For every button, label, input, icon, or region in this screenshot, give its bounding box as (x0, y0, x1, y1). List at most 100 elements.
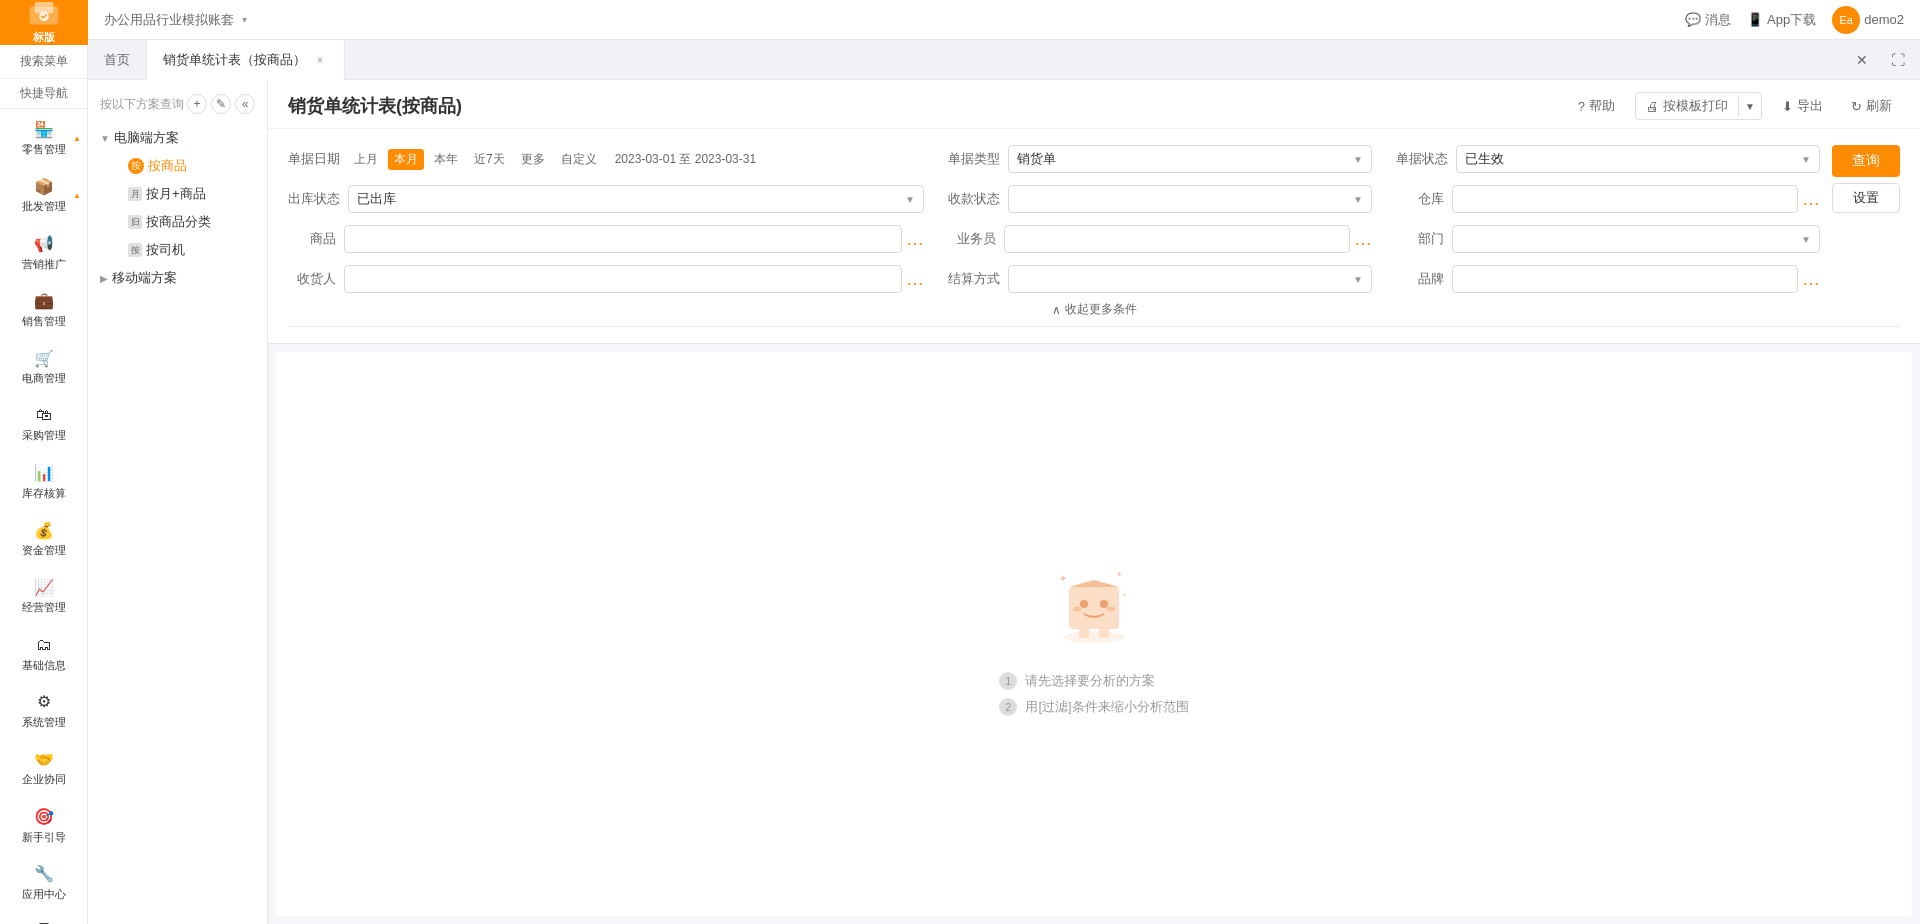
svg-point-5 (1080, 600, 1088, 608)
payment-status-control: ▼ (1008, 185, 1372, 213)
sidebar-item-cooperation[interactable]: 🤝 企业协同 (0, 739, 87, 796)
tab-home[interactable]: 首页 (88, 40, 147, 80)
settlement-select[interactable]: ▼ (1008, 265, 1372, 293)
warehouse-field: 仓库 … (1396, 185, 1820, 213)
sidebar-item-operation[interactable]: 📈 经营管理 (0, 567, 87, 624)
doc-type-select[interactable]: 销货单 ▼ (1008, 145, 1372, 173)
sidebar-item-inventory[interactable]: 📊 库存核算 (0, 453, 87, 510)
settings-btn[interactable]: 设置 (1832, 183, 1900, 213)
sidebar-search[interactable]: 搜索菜单 (0, 45, 87, 79)
sidebar-item-apps[interactable]: 🔧 应用中心 (0, 854, 87, 911)
sidebar-item-purchase[interactable]: 🛍 采购管理 (0, 395, 87, 452)
sidebar-item-marketing[interactable]: 📢 营销推广 (0, 224, 87, 281)
query-btn[interactable]: 查询 (1832, 145, 1900, 177)
svg-text:✦: ✦ (1116, 570, 1123, 579)
print-btn[interactable]: 🖨 按模板打印 ▼ (1635, 92, 1762, 120)
sidebar-inventory-label: 库存核算 (22, 486, 66, 500)
out-status-arrow: ▼ (905, 194, 915, 205)
date-field: 单据日期 上月 本月 本年 近7天 更多 自定义 (288, 149, 924, 170)
export-btn[interactable]: ⬇ 导出 (1774, 93, 1831, 119)
filter-tree-mobile-scheme[interactable]: ▶ 移动端方案 (88, 264, 267, 292)
sidebar-item-guide[interactable]: 🎯 新手引导 (0, 797, 87, 854)
basic-icon: 🗂 (34, 635, 54, 655)
svg-point-3 (1064, 631, 1124, 643)
sidebar-item-basic[interactable]: 🗂 基础信息 (0, 625, 87, 682)
out-status-control: 已出库 ▼ (348, 185, 924, 213)
collapse-icon: ∧ (1052, 303, 1061, 317)
print-btn-main[interactable]: 🖨 按模板打印 (1636, 93, 1738, 119)
user-action[interactable]: Ea demo2 (1832, 6, 1904, 34)
shortcut-custom[interactable]: 自定义 (555, 149, 603, 170)
consignee-more[interactable]: … (906, 269, 924, 290)
empty-illustration: ✦ ✦ ✦ (1044, 552, 1144, 652)
cooperation-icon: 🤝 (34, 749, 54, 769)
tab-close-icon[interactable]: ✕ (1848, 46, 1876, 74)
sidebar-quick-nav[interactable]: 快捷导航 (0, 79, 87, 109)
shortcut-7days[interactable]: 近7天 (468, 149, 511, 170)
date-range: 2023-03-01 至 2023-03-31 (615, 151, 756, 168)
download-icon: 📱 (1747, 12, 1763, 27)
warehouse-select[interactable] (1452, 185, 1798, 213)
empty-tip-1: 1 请先选择要分析的方案 (999, 672, 1188, 690)
filter-edit-btn[interactable]: ✎ (211, 94, 231, 114)
consignee-select[interactable] (344, 265, 902, 293)
month-goods-label: 按月+商品 (146, 185, 206, 203)
print-btn-arrow[interactable]: ▼ (1738, 97, 1761, 116)
warehouse-more[interactable]: … (1802, 189, 1820, 210)
refresh-btn[interactable]: ↻ 刷新 (1843, 93, 1900, 119)
salesperson-more[interactable]: … (1354, 229, 1372, 250)
export-icon: ⬇ (1782, 99, 1793, 114)
sidebar-item-sales[interactable]: 💼 销售管理 (0, 281, 87, 338)
tab-home-label: 首页 (104, 51, 130, 69)
salesperson-select[interactable] (1004, 225, 1350, 253)
doc-status-select[interactable]: 已生效 ▼ (1456, 145, 1820, 173)
payment-status-select[interactable]: ▼ (1008, 185, 1372, 213)
shortcut-this-month[interactable]: 本月 (388, 149, 424, 170)
breadcrumb-dropdown[interactable]: ▾ (242, 14, 247, 25)
filter-item-by-goods[interactable]: 按 按商品 (96, 152, 267, 180)
out-status-select[interactable]: 已出库 ▼ (348, 185, 924, 213)
sales-icon: 💼 (34, 291, 54, 311)
sidebar-item-system[interactable]: ⚙ 系统管理 (0, 682, 87, 739)
svg-text:✦: ✦ (1122, 592, 1127, 598)
pc-scheme-label: 电脑端方案 (114, 129, 179, 147)
brand-select[interactable] (1452, 265, 1798, 293)
filter-item-month-goods[interactable]: 月 按月+商品 (96, 180, 267, 208)
filter-add-btn[interactable]: + (187, 94, 207, 114)
by-printer-icon: 按 (128, 243, 142, 257)
svg-point-6 (1100, 600, 1108, 608)
sidebar-item-wholesale[interactable]: 📦 批发管理 (0, 166, 87, 223)
settlement-arrow: ▼ (1353, 274, 1363, 285)
sidebar-ecom-label: 电商管理 (22, 371, 66, 385)
sidebar-item-finance[interactable]: 💰 资金管理 (0, 510, 87, 567)
department-select[interactable]: ▼ (1452, 225, 1820, 253)
collapse-row[interactable]: ∧ 收起更多条件 (288, 293, 1900, 327)
ecom-icon: 🛒 (34, 348, 54, 368)
marketing-icon: 📢 (34, 234, 54, 254)
tab-active[interactable]: 销货单统计表（按商品） × (147, 40, 345, 80)
app-logo-text: 标版 (33, 30, 55, 45)
shortcut-this-year[interactable]: 本年 (428, 149, 464, 170)
app-download-action[interactable]: 📱 App下载 (1747, 11, 1816, 29)
sidebar-item-ecom[interactable]: 🛒 电商管理 (0, 338, 87, 395)
sidebar-item-retail[interactable]: 🏪 零售管理 (0, 109, 87, 166)
filter-collapse-btn[interactable]: « (235, 94, 255, 114)
quick-nav-label: 快捷导航 (0, 85, 87, 102)
help-btn[interactable]: ? 帮助 (1570, 93, 1623, 119)
filter-tree-pc-scheme[interactable]: ▼ 电脑端方案 (88, 124, 267, 152)
brand-field: 品牌 … (1396, 265, 1820, 293)
shortcut-last-month[interactable]: 上月 (348, 149, 384, 170)
message-action[interactable]: 💬 消息 (1685, 11, 1731, 29)
goods-more[interactable]: … (906, 229, 924, 250)
page-actions: ? 帮助 🖨 按模板打印 ▼ ⬇ 导出 (1570, 92, 1900, 120)
filter-item-by-printer[interactable]: 按 按司机 (96, 236, 267, 264)
sidebar-guide-label: 新手引导 (22, 830, 66, 844)
brand-more[interactable]: … (1802, 269, 1820, 290)
filter-item-goods-category[interactable]: 归 按商品分类 (96, 208, 267, 236)
shortcut-more[interactable]: 更多 (515, 149, 551, 170)
filter-tree: ▼ 电脑端方案 按 按商品 月 按月+商品 归 按商品分类 (88, 120, 267, 296)
goods-select[interactable] (344, 225, 902, 253)
sidebar-item-wechat[interactable]: 💬 企业微信 (0, 911, 87, 924)
tab-close-btn[interactable]: × (312, 52, 328, 68)
tab-maximize-icon[interactable]: ⛶ (1884, 46, 1912, 74)
